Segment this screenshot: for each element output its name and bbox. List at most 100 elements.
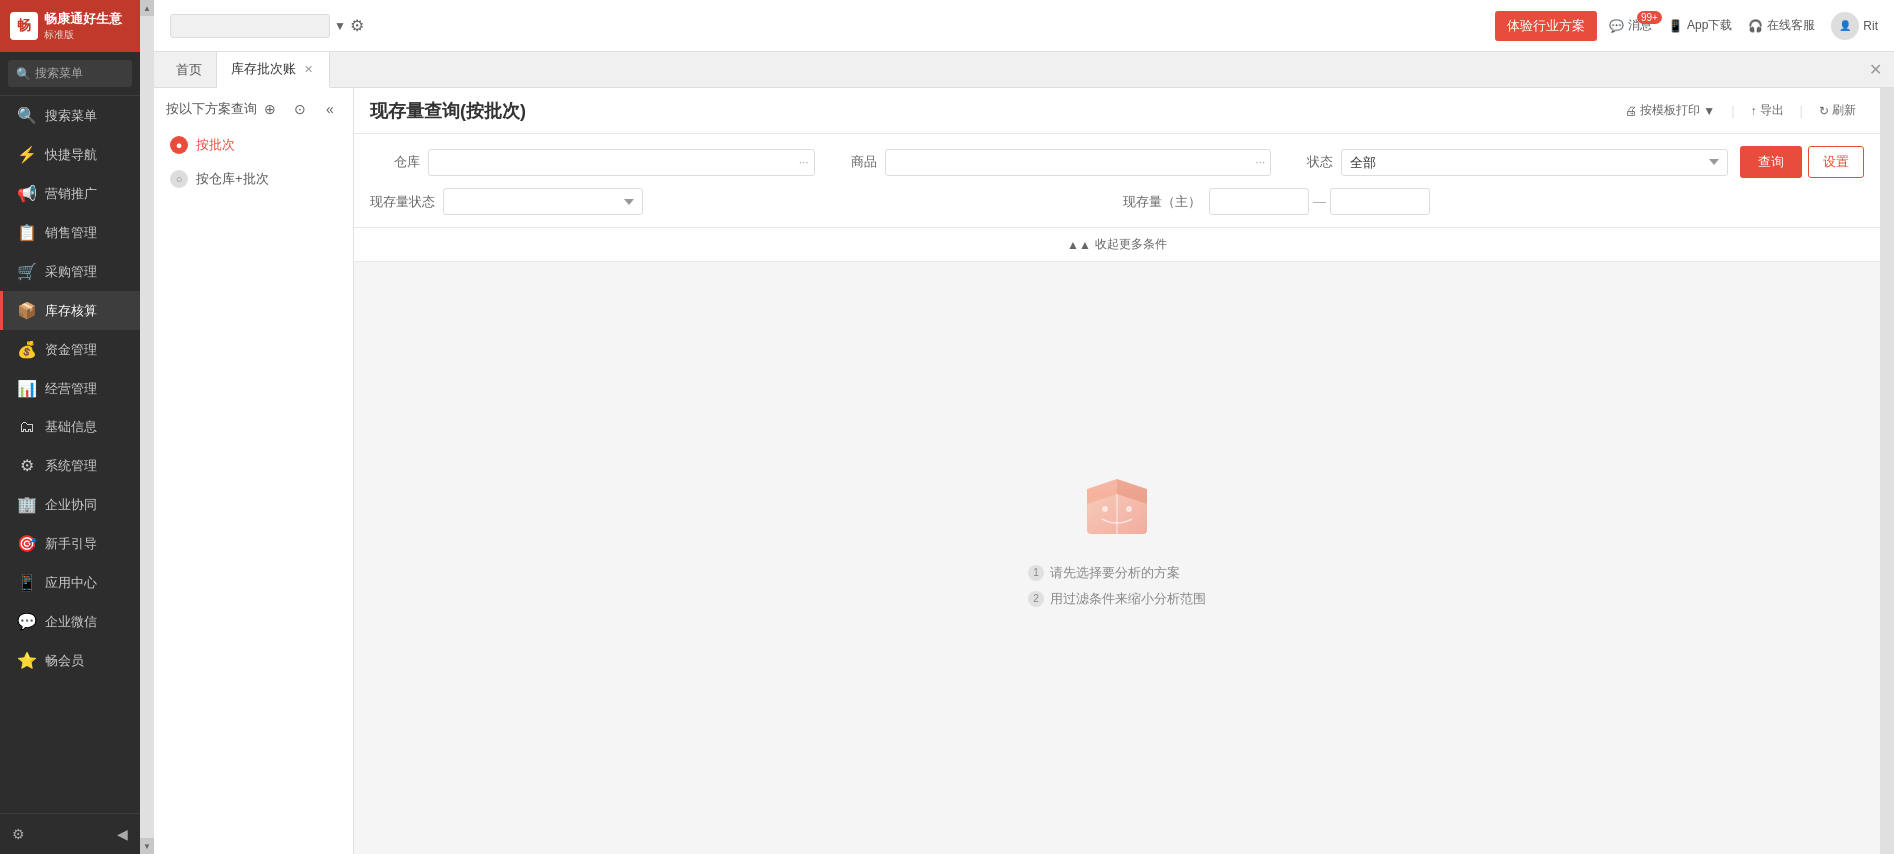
sidebar-search-area[interactable]: 🔍 搜索菜单 [0,52,140,96]
warehouse-input[interactable] [428,149,815,176]
sidebar-item-system[interactable]: ⚙ 系统管理 [0,446,140,485]
stock-status-label: 现存量状态 [370,193,435,211]
sidebar-item-label: 销售管理 [45,224,97,242]
search-row-1: 仓库 ··· 商品 ··· 状态 [370,146,1864,178]
warehouse-field: 仓库 ··· [370,149,815,176]
product-input[interactable] [885,149,1272,176]
app-title-group: 畅康通好生意 标准版 [44,11,122,41]
query-button[interactable]: 查询 [1740,146,1802,178]
stock-main-from-input[interactable] [1209,188,1309,215]
empty-hint-1: 1 请先选择要分析的方案 [1028,564,1206,582]
sidebar-scroll-nav: ▲ ▼ [140,0,154,854]
sidebar-item-search[interactable]: 🔍搜索菜单 [0,96,140,135]
print-template-button[interactable]: 🖨 按模板打印 ▼ [1617,98,1723,123]
sidebar-item-label: 搜索菜单 [45,107,97,125]
print-icon: 🖨 [1625,104,1637,118]
sidebar-item-apps[interactable]: 📱应用中心 [0,563,140,602]
hint-num-2: 2 [1028,591,1044,607]
app-title: 畅康通好生意 [44,11,122,28]
refresh-icon: ↻ [1819,104,1829,118]
message-item[interactable]: 💬 消息 99+ [1609,17,1652,34]
status-field: 状态 全部 [1283,149,1728,176]
sidebar-item-operation[interactable]: 📊经营管理 [0,369,140,408]
collapse-more-bar[interactable]: ▲▲ 收起更多条件 [354,228,1880,262]
main-area: ▼ ⚙ 体验行业方案 💬 消息 99+ 📱 App下载 🎧 在线客服 [154,0,1894,854]
filter-item-by-warehouse-batch[interactable]: ○ 按仓库+批次 [154,162,353,196]
sidebar-footer: ⚙ ◀ [0,813,140,854]
tab-inventory-batch[interactable]: 库存批次账 ✕ [217,52,330,88]
sidebar-item-label: 资金管理 [45,341,97,359]
trial-button[interactable]: 体验行业方案 [1495,11,1597,41]
status-input-wrapper: 全部 [1341,149,1728,176]
topbar-right: 💬 消息 99+ 📱 App下载 🎧 在线客服 👤 Rit [1609,12,1878,40]
topbar-gear-button[interactable]: ⚙ [350,16,364,35]
action-divider-2: | [1800,103,1803,118]
empty-hint-2: 2 用过滤条件来缩小分析范围 [1028,590,1206,608]
inventory-icon: 📦 [17,301,37,320]
filter-add-button[interactable]: ⊕ [259,98,281,120]
tab-home[interactable]: 首页 [162,52,217,88]
status-select[interactable]: 全部 [1341,149,1728,176]
online-service-item[interactable]: 🎧 在线客服 [1748,17,1815,34]
stock-main-dash: — [1313,194,1326,209]
empty-state: 1 请先选择要分析的方案 2 用过滤条件来缩小分析范围 [354,262,1880,854]
sidebar-item-inventory[interactable]: 📦 库存核算 [0,291,140,330]
close-icon: ✕ [1869,61,1882,78]
export-button[interactable]: ↑ 导出 [1743,98,1792,123]
search-menu-button[interactable]: 🔍 搜索菜单 [8,60,132,87]
tab-close-button[interactable]: ✕ [302,63,315,76]
scroll-up-arrow[interactable]: ▲ [140,0,154,16]
dropdown-icon: ▼ [334,19,346,33]
sidebar-item-corp[interactable]: 🏢企业协同 [0,485,140,524]
print-dropdown-icon: ▼ [1703,104,1715,118]
sidebar-item-guide[interactable]: 🎯新手引导 [0,524,140,563]
action-divider-1: | [1731,103,1734,118]
app-download-item[interactable]: 📱 App下载 [1668,17,1732,34]
message-badge: 99+ [1637,11,1662,24]
phone-icon: 📱 [1668,19,1683,33]
settings-button[interactable]: 设置 [1808,146,1864,178]
sidebar-item-label: 快捷导航 [45,146,97,164]
topbar-dropdown-button[interactable]: ▼ [334,19,346,33]
warehouse-more-icon[interactable]: ··· [799,155,809,169]
sidebar-settings-button[interactable]: ⚙ [8,822,29,846]
tabbar-close-main-button[interactable]: ✕ [1857,60,1894,79]
sidebar-item-finance[interactable]: 💰资金管理 [0,330,140,369]
sidebar: 畅 畅康通好生意 标准版 🔍 搜索菜单 🔍搜索菜单⚡快捷导航📢营销推广📋销售管理… [0,0,140,854]
sidebar-item-sales[interactable]: 📋销售管理 [0,213,140,252]
sidebar-item-quicknav[interactable]: ⚡ 快捷导航 [0,135,140,174]
topbar-search-input[interactable] [170,14,330,38]
filter-collapse-icon: « [326,101,334,117]
export-icon: ↑ [1751,104,1757,118]
product-field: 商品 ··· [827,149,1272,176]
topbar: ▼ ⚙ 体验行业方案 💬 消息 99+ 📱 App下载 🎧 在线客服 [154,0,1894,52]
sidebar-item-label: 应用中心 [45,574,97,592]
system-icon: ⚙ [17,456,37,475]
page-actions: 🖨 按模板打印 ▼ | ↑ 导出 | ↻ 刷新 [1617,98,1864,123]
member-icon: ⭐ [17,651,37,670]
wechat-icon: 💬 [17,612,37,631]
right-scroll[interactable] [1880,88,1894,854]
sidebar-item-label: 库存核算 [45,302,97,320]
stock-main-label: 现存量（主） [1123,193,1201,211]
refresh-button[interactable]: ↻ 刷新 [1811,98,1864,123]
filter-item-by-batch[interactable]: ● 按批次 [154,128,353,162]
settings-icon: ⚙ [12,826,25,842]
sidebar-item-marketing[interactable]: 📢营销推广 [0,174,140,213]
user-item[interactable]: 👤 Rit [1831,12,1878,40]
stock-status-select[interactable] [443,188,643,215]
empty-icon [1067,449,1167,549]
sidebar-item-member[interactable]: ⭐畅会员 [0,641,140,680]
sidebar-item-wechat[interactable]: 💬企业微信 [0,602,140,641]
scroll-down-arrow[interactable]: ▼ [140,838,154,854]
quicknav-icon: ⚡ [17,145,37,164]
sidebar-item-basic[interactable]: 🗂基础信息 [0,408,140,446]
product-more-icon[interactable]: ··· [1255,155,1265,169]
filter-collapse-button[interactable]: « [319,98,341,120]
sidebar-item-purchase[interactable]: 🛒采购管理 [0,252,140,291]
filter-settings-button[interactable]: ⊙ [289,98,311,120]
sidebar-item-label: 系统管理 [45,457,97,475]
sidebar-collapse-button[interactable]: ◀ [113,822,132,846]
stock-main-to-input[interactable] [1330,188,1430,215]
stock-status-input-wrapper [443,188,1111,215]
